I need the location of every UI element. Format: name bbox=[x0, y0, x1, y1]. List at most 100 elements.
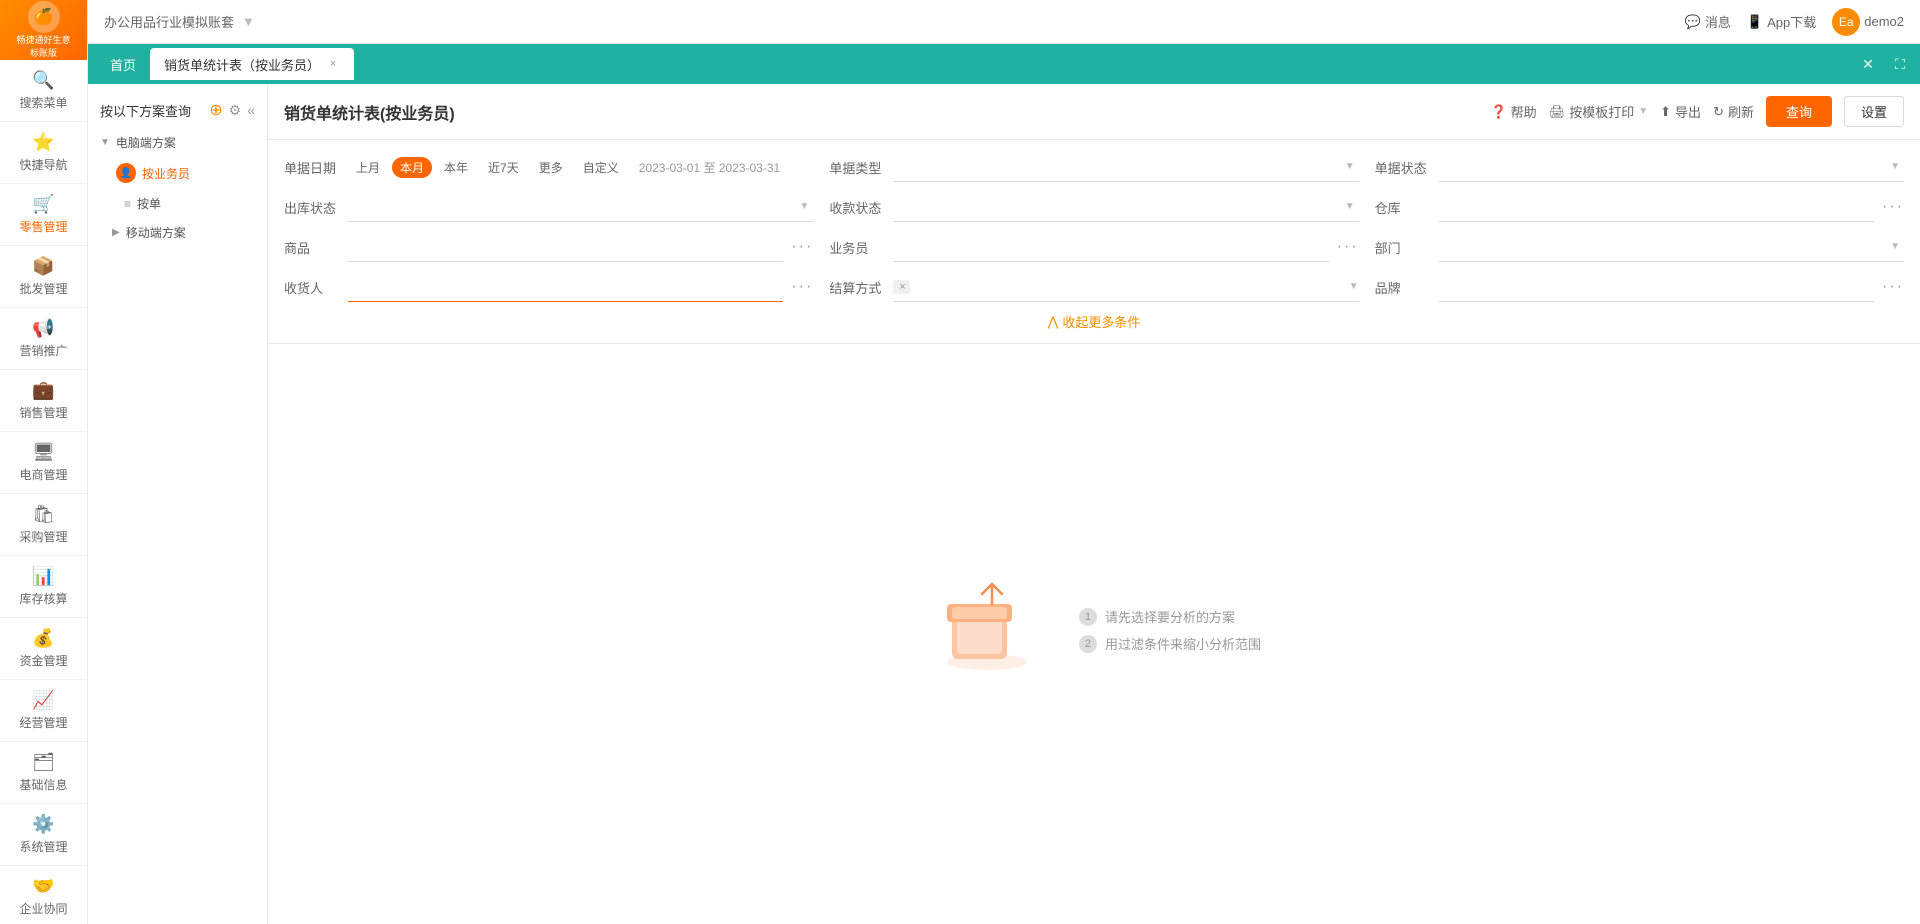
receiver-more-icon[interactable]: ··· bbox=[791, 278, 813, 296]
tree-pc-label: 电脑端方案 bbox=[116, 134, 176, 151]
date-tag-last-7-days[interactable]: 近7天 bbox=[480, 157, 527, 178]
topbar-right: 💬 消息 📱 App下载 Ea demo2 bbox=[1685, 8, 1904, 36]
sidebar-item-finance[interactable]: 💰 资金管理 bbox=[0, 618, 87, 680]
brand-more-icon[interactable]: ··· bbox=[1882, 278, 1904, 296]
filter-warehouse: 仓库 ··· bbox=[1375, 192, 1904, 222]
help-btn[interactable]: ❓ 帮助 bbox=[1490, 102, 1536, 121]
main-area: 办公用品行业模拟账套 ▼ 💬 消息 📱 App下载 Ea demo2 首页 bbox=[88, 0, 1920, 924]
page-title: 销货单统计表(按业务员) bbox=[284, 100, 455, 124]
collapse-panel-icon[interactable]: « bbox=[247, 102, 255, 118]
sidebar-item-enterprise[interactable]: 🤝 企业协同 bbox=[0, 866, 87, 924]
sidebar-item-ecommerce[interactable]: 🖥 电商管理 bbox=[0, 432, 87, 494]
empty-illustration bbox=[927, 574, 1047, 674]
doc-type-select[interactable] bbox=[893, 152, 1358, 181]
avatar-initials: Ea bbox=[1839, 15, 1854, 29]
export-btn[interactable]: ⬆ 导出 bbox=[1660, 102, 1701, 121]
refresh-btn[interactable]: ↻ 刷新 bbox=[1713, 102, 1754, 121]
sidebar-item-sales-label: 销售管理 bbox=[19, 404, 67, 421]
sidebar-item-retail-label: 零售管理 bbox=[19, 218, 67, 235]
payment-status-select[interactable] bbox=[893, 192, 1358, 221]
sidebar-item-system[interactable]: ⚙️ 系统管理 bbox=[0, 804, 87, 866]
payment-status-select-wrap: ▼ bbox=[893, 192, 1358, 222]
sidebar-item-inventory-label: 库存核算 bbox=[19, 590, 67, 607]
salesperson-more-icon[interactable]: ··· bbox=[1337, 238, 1359, 256]
sidebar-item-purchase-label: 采购管理 bbox=[19, 528, 67, 545]
brand-input[interactable] bbox=[1439, 272, 1874, 302]
user-profile-btn[interactable]: Ea demo2 bbox=[1832, 8, 1904, 36]
purchase-icon: 🛍 bbox=[32, 504, 55, 525]
collapse-more-btn[interactable]: ⋀ 收起更多条件 bbox=[284, 312, 1904, 331]
product-more-icon[interactable]: ··· bbox=[791, 238, 813, 256]
settlement-tag: × bbox=[893, 280, 909, 294]
sidebar-item-operation[interactable]: 📈 经营管理 bbox=[0, 680, 87, 742]
settlement-tag-close[interactable]: × bbox=[899, 281, 905, 293]
right-panel: 销货单统计表(按业务员) ❓ 帮助 🖨 按模板打印 ▼ ⬆ 导出 bbox=[268, 84, 1920, 924]
stock-status-select-wrap: ▼ bbox=[348, 192, 813, 222]
sidebar-item-sales[interactable]: 💼 销售管理 bbox=[0, 370, 87, 432]
sidebar-item-purchase[interactable]: 🛍 采购管理 bbox=[0, 494, 87, 556]
date-tags: 上月 本月 本年 近7天 更多 自定义 bbox=[348, 157, 627, 178]
settings-scheme-icon[interactable]: ⚙ bbox=[229, 102, 242, 119]
department-select[interactable] bbox=[1439, 232, 1904, 261]
template-print-btn[interactable]: 🖨 按模板打印 ▼ bbox=[1549, 102, 1648, 121]
help-icon: ❓ bbox=[1490, 104, 1506, 120]
app-download-btn[interactable]: 📱 App下载 bbox=[1747, 12, 1816, 31]
template-print-label: 按模板打印 bbox=[1569, 102, 1634, 121]
filter-row-2: 出库状态 ▼ 收款状态 bbox=[284, 192, 1904, 222]
message-btn[interactable]: 💬 消息 bbox=[1685, 12, 1731, 31]
sidebar-item-search[interactable]: 🔍 搜索菜单 bbox=[0, 60, 87, 122]
sidebar-item-basic[interactable]: 🗂 基础信息 bbox=[0, 742, 87, 804]
enterprise-icon: 🤝 bbox=[32, 876, 54, 897]
tab-sales-stat[interactable]: 销货单统计表（按业务员） × bbox=[150, 48, 354, 80]
warehouse-label: 仓库 bbox=[1375, 198, 1431, 217]
date-tag-this-month[interactable]: 本月 bbox=[392, 157, 432, 178]
active-scheme-label: 按业务员 bbox=[142, 165, 190, 182]
stock-status-select[interactable] bbox=[348, 192, 813, 221]
product-input[interactable] bbox=[348, 232, 783, 262]
salesperson-input[interactable] bbox=[893, 232, 1328, 262]
data-area: 1 请先选择要分析的方案 2 用过滤条件来缩小分析范围 bbox=[268, 344, 1920, 924]
add-scheme-icon[interactable]: ⊕ bbox=[209, 100, 222, 120]
warehouse-more-icon[interactable]: ··· bbox=[1882, 198, 1904, 216]
doc-status-select-wrap: ▼ bbox=[1439, 152, 1904, 182]
tab-home-label: 首页 bbox=[110, 55, 136, 74]
sidebar-item-inventory[interactable]: 📊 库存核算 bbox=[0, 556, 87, 618]
sidebar-item-wholesale[interactable]: 📦 批发管理 bbox=[0, 246, 87, 308]
tab-expand-btn[interactable]: ⛶ bbox=[1888, 52, 1912, 76]
help-label: 帮助 bbox=[1511, 102, 1537, 121]
message-icon: 💬 bbox=[1685, 14, 1701, 30]
setting-btn[interactable]: 设置 bbox=[1844, 96, 1904, 127]
avatar: Ea bbox=[1832, 8, 1860, 36]
tab-close-window-btn[interactable]: ✕ bbox=[1856, 52, 1880, 76]
sidebar-item-marketing[interactable]: 📢 营销推广 bbox=[0, 308, 87, 370]
tree-item-by-salesperson[interactable]: 👤 按业务员 bbox=[88, 157, 267, 189]
sidebar-item-retail[interactable]: 🛒 零售管理 bbox=[0, 184, 87, 246]
topbar-left: 办公用品行业模拟账套 ▼ bbox=[104, 12, 255, 31]
filter-salesperson: 业务员 ··· bbox=[829, 232, 1358, 262]
date-tag-more[interactable]: 更多 bbox=[531, 157, 571, 178]
breadcrumb: 办公用品行业模拟账套 bbox=[104, 12, 234, 31]
tree-pc-scheme[interactable]: ▼ 电脑端方案 bbox=[88, 128, 267, 157]
tab-sales-stat-label: 销货单统计表（按业务员） bbox=[164, 55, 320, 74]
date-tag-this-year[interactable]: 本年 bbox=[436, 157, 476, 178]
tab-close-icon[interactable]: × bbox=[326, 57, 340, 71]
warehouse-input[interactable] bbox=[1439, 192, 1874, 222]
basic-icon: 🗂 bbox=[32, 752, 55, 773]
tree-mobile-scheme[interactable]: ▶ 移动端方案 bbox=[88, 218, 267, 247]
tree-item-by-order[interactable]: ≡ 按单 bbox=[88, 189, 267, 218]
sidebar-item-shortcut[interactable]: ⭐ 快捷导航 bbox=[0, 122, 87, 184]
print-dropdown-icon: ▼ bbox=[1638, 106, 1648, 117]
query-btn[interactable]: 查询 bbox=[1766, 96, 1832, 127]
date-tag-last-month[interactable]: 上月 bbox=[348, 157, 388, 178]
empty-hint-1: 1 请先选择要分析的方案 bbox=[1079, 607, 1261, 626]
date-tag-custom[interactable]: 自定义 bbox=[575, 157, 627, 178]
doc-status-select[interactable] bbox=[1439, 152, 1904, 181]
tree-mobile-label: 移动端方案 bbox=[126, 224, 186, 241]
receiver-input[interactable] bbox=[348, 272, 783, 302]
product-label: 商品 bbox=[284, 238, 340, 257]
sidebar-item-shortcut-label: 快捷导航 bbox=[19, 156, 67, 173]
date-filter: 上月 本月 本年 近7天 更多 自定义 2023-03-01 至 2023-03… bbox=[348, 157, 813, 178]
download-icon: 📱 bbox=[1747, 14, 1763, 30]
tab-home[interactable]: 首页 bbox=[96, 48, 150, 80]
filter-payment-status: 收款状态 ▼ bbox=[829, 192, 1358, 222]
